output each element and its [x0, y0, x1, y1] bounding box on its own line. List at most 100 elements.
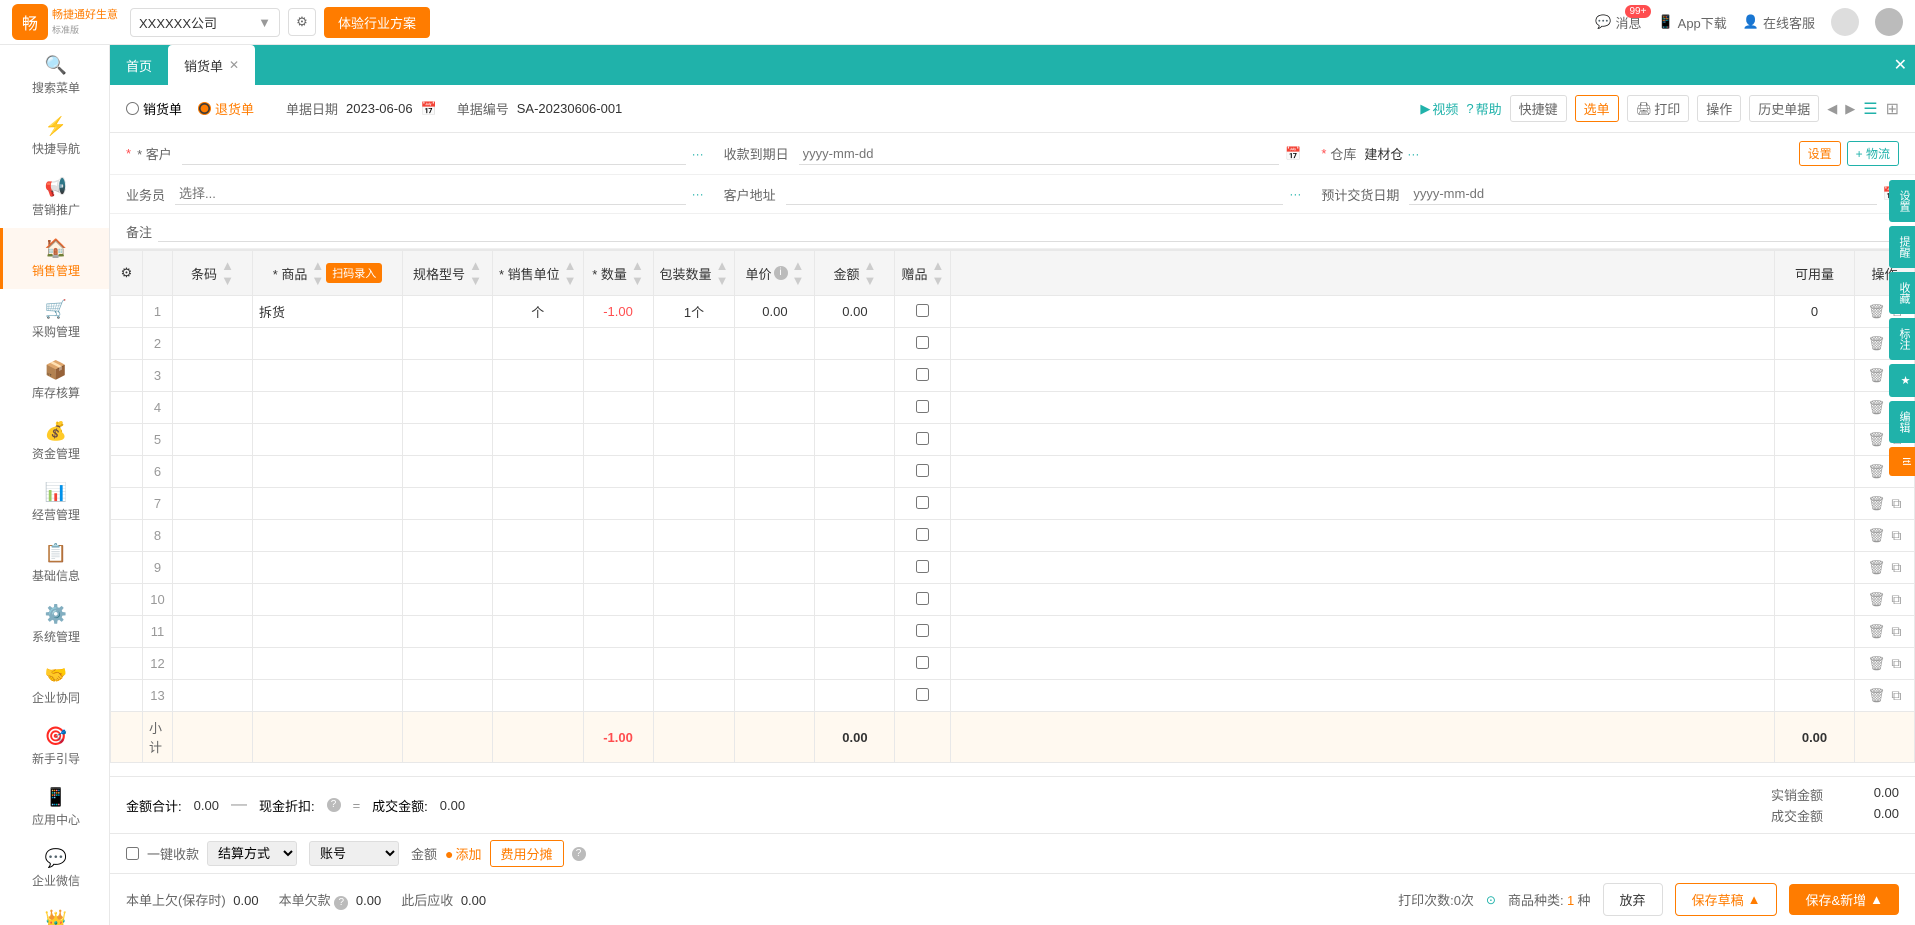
copy-icon[interactable]: ⧉ — [1891, 495, 1901, 512]
print-settings-icon[interactable]: ⊙ — [1486, 893, 1496, 907]
copy-icon[interactable]: ⧉ — [1891, 655, 1901, 672]
payment-account-select[interactable]: 账号 — [309, 841, 399, 866]
cell-barcode[interactable] — [173, 488, 253, 520]
th-qty[interactable]: * 数量 ▲▼ — [583, 251, 653, 296]
right-collect-button[interactable]: 收藏 — [1889, 272, 1915, 314]
cell-product[interactable] — [253, 328, 403, 360]
history-button[interactable]: 历史单据 — [1749, 95, 1819, 122]
cell-barcode[interactable] — [173, 328, 253, 360]
cell-spec[interactable] — [403, 552, 493, 584]
delete-icon[interactable]: 🗑 — [1868, 591, 1886, 608]
cell-qty[interactable] — [583, 552, 653, 584]
sidebar-item-guide[interactable]: 🎯 新手引导 — [0, 716, 109, 777]
cell-product[interactable] — [253, 552, 403, 584]
tab-close-icon[interactable]: ✕ — [229, 58, 239, 72]
sidebar-item-base[interactable]: 📋 基础信息 — [0, 533, 109, 594]
cell-spec[interactable] — [403, 520, 493, 552]
salesman-input[interactable] — [175, 183, 686, 205]
expense-button[interactable]: 费用分摊 — [490, 840, 564, 867]
cell-gift[interactable] — [895, 680, 951, 712]
cell-qty[interactable] — [583, 392, 653, 424]
cell-qty[interactable] — [583, 648, 653, 680]
right-orange-button[interactable]: Itl — [1889, 447, 1915, 476]
cell-price[interactable] — [735, 616, 815, 648]
calendar-icon[interactable]: 📅 — [421, 101, 437, 117]
cell-spec[interactable] — [403, 456, 493, 488]
cell-price[interactable] — [735, 328, 815, 360]
delete-icon[interactable]: 🗑 — [1868, 367, 1886, 384]
user-avatar[interactable] — [1831, 8, 1859, 36]
cell-price[interactable] — [735, 680, 815, 712]
th-pkgqty[interactable]: 包装数量 ▲▼ — [653, 251, 735, 296]
abandon-button[interactable]: 放弃 — [1603, 883, 1663, 916]
right-star-button[interactable]: ★ — [1889, 364, 1915, 397]
cell-qty[interactable] — [583, 616, 653, 648]
cell-barcode[interactable] — [173, 456, 253, 488]
cell-spec[interactable] — [403, 360, 493, 392]
right-setup-button[interactable]: 设置 — [1889, 180, 1915, 222]
cell-product[interactable] — [253, 680, 403, 712]
close-panel-icon[interactable]: ✕ — [1894, 55, 1907, 75]
save-new-button[interactable]: 保存&新增 ▲ — [1789, 884, 1899, 915]
cell-spec[interactable] — [403, 616, 493, 648]
logistics-button[interactable]: + 物流 — [1847, 141, 1899, 166]
cell-barcode[interactable] — [173, 424, 253, 456]
cell-spec[interactable] — [403, 392, 493, 424]
cell-gift[interactable] — [895, 520, 951, 552]
cell-spec[interactable] — [403, 680, 493, 712]
sidebar-item-marketing[interactable]: 📢 营销推广 — [0, 167, 109, 228]
copy-icon[interactable]: ⧉ — [1891, 527, 1901, 544]
sidebar-item-sales[interactable]: 🏠 销售管理 — [0, 228, 109, 289]
video-link[interactable]: ▶ 视频 — [1420, 99, 1458, 118]
right-remind-button[interactable]: 提醒 — [1889, 226, 1915, 268]
cell-price[interactable] — [735, 488, 815, 520]
cell-price[interactable] — [735, 520, 815, 552]
sidebar-item-inventory[interactable]: 📦 库存核算 — [0, 350, 109, 411]
delete-icon[interactable]: 🗑 — [1868, 463, 1886, 480]
delete-icon[interactable]: 🗑 — [1868, 335, 1886, 352]
cell-barcode[interactable] — [173, 680, 253, 712]
cell-gift[interactable] — [895, 360, 951, 392]
message-button[interactable]: 💬 消息 99+ — [1595, 13, 1641, 32]
th-gift[interactable]: 赠品 ▲▼ — [895, 251, 951, 296]
cell-qty[interactable] — [583, 520, 653, 552]
cell-qty[interactable] — [583, 360, 653, 392]
cell-spec[interactable] — [403, 328, 493, 360]
cell-gift[interactable] — [895, 424, 951, 456]
cell-price[interactable] — [735, 392, 815, 424]
sidebar-item-wechat[interactable]: 💬 企业微信 — [0, 838, 109, 899]
remark-input[interactable] — [158, 220, 1899, 242]
cell-barcode[interactable] — [173, 584, 253, 616]
payment-method-select[interactable]: 结算方式 — [207, 841, 297, 866]
customer-addr-input[interactable] — [786, 183, 1284, 205]
scan-button[interactable]: 扫码录入 — [326, 263, 382, 283]
copy-icon[interactable]: ⧉ — [1891, 559, 1901, 576]
tab-home[interactable]: 首页 — [110, 45, 168, 85]
delete-icon[interactable]: 🗑 — [1868, 655, 1886, 672]
gear-button[interactable]: ⚙ — [288, 8, 316, 36]
sidebar-item-collab[interactable]: 🤝 企业协同 — [0, 655, 109, 716]
delete-icon[interactable]: 🗑 — [1868, 399, 1886, 416]
cell-product[interactable] — [253, 424, 403, 456]
cell-gift[interactable] — [895, 584, 951, 616]
sidebar-item-purchase[interactable]: 🛒 采购管理 — [0, 289, 109, 350]
cell-spec[interactable] — [403, 296, 493, 328]
th-amount[interactable]: 金额 ▲▼ — [815, 251, 895, 296]
cell-spec[interactable] — [403, 488, 493, 520]
cell-gift[interactable] — [895, 392, 951, 424]
copy-icon[interactable]: ⧉ — [1891, 591, 1901, 608]
sidebar-item-member[interactable]: 👑 畅会员 — [0, 899, 109, 925]
setup-button[interactable]: 设置 — [1799, 141, 1841, 166]
delete-icon[interactable]: 🗑 — [1868, 431, 1886, 448]
app-download-button[interactable]: 📱 App下载 — [1657, 13, 1726, 32]
delete-icon[interactable]: 🗑 — [1868, 687, 1886, 704]
return-order-radio[interactable]: 退货单 — [198, 99, 254, 118]
cell-product[interactable] — [253, 520, 403, 552]
customer-ellipsis[interactable]: ··· — [692, 147, 704, 161]
sidebar-item-ops[interactable]: 📊 经营管理 — [0, 472, 109, 533]
cell-qty[interactable] — [583, 328, 653, 360]
cell-product[interactable]: 拆货 — [253, 296, 403, 328]
cell-price[interactable] — [735, 424, 815, 456]
cell-price[interactable] — [735, 360, 815, 392]
cell-barcode[interactable] — [173, 520, 253, 552]
